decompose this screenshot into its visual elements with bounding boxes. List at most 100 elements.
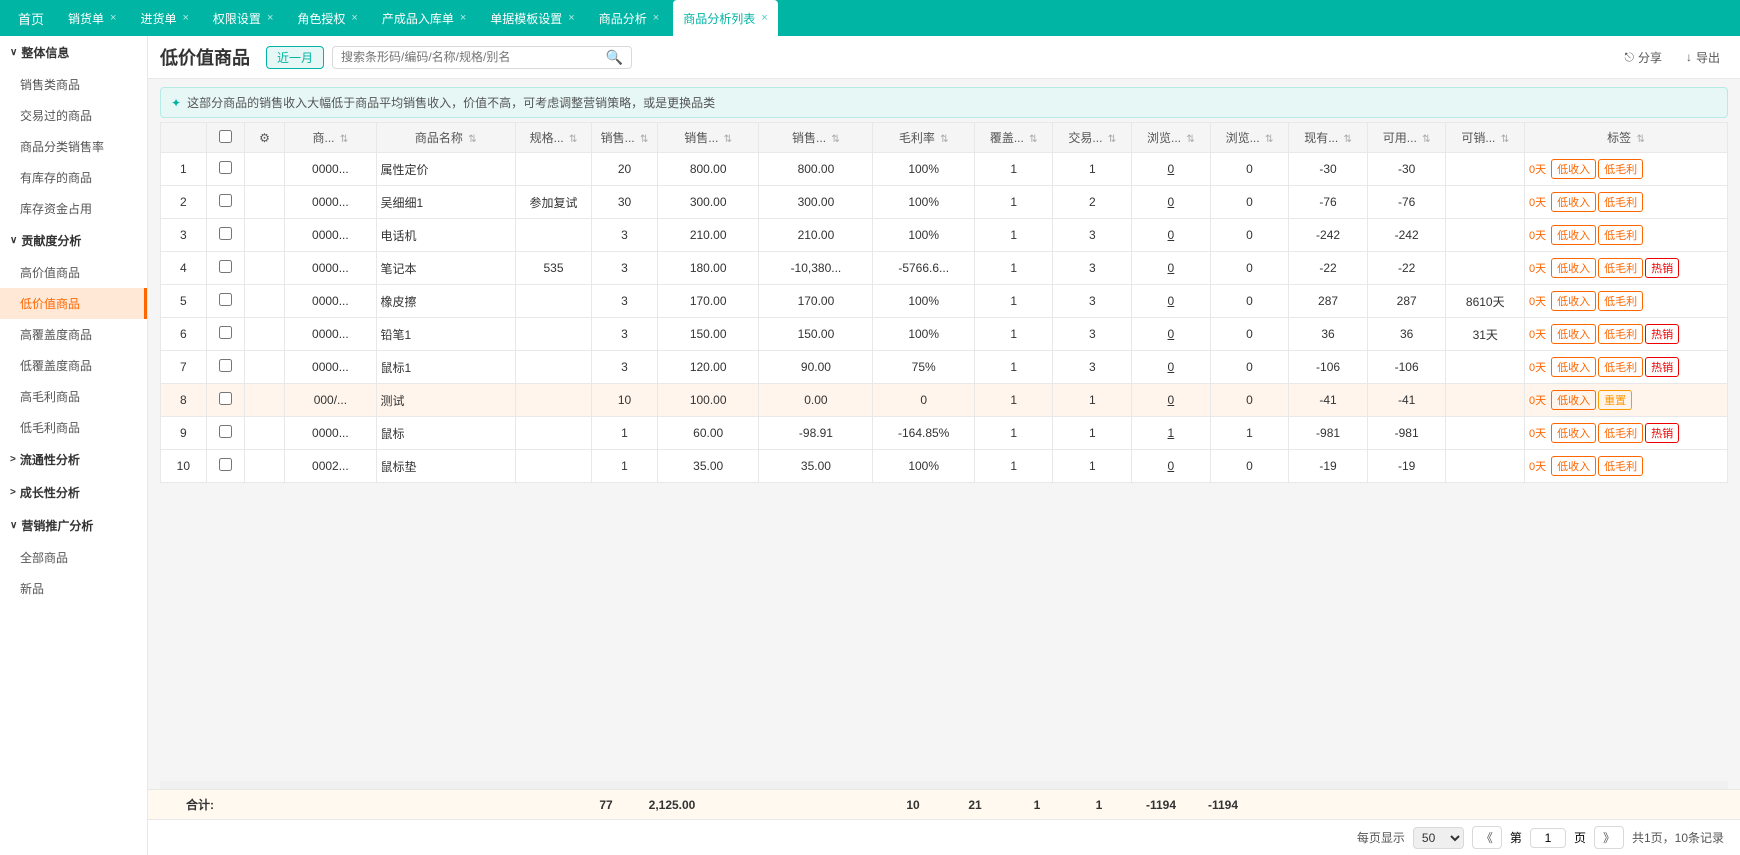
nav-template[interactable]: 单据模板设置 × [480,0,584,36]
col-tags-header[interactable]: 标签 ⇅ [1525,123,1728,153]
sidebar-item-sales-goods[interactable]: 销售类商品 [0,69,147,100]
col-stock-header[interactable]: 现有... ⇅ [1289,123,1368,153]
col-view1-header[interactable]: 浏览... ⇅ [1132,123,1211,153]
close-icon[interactable]: × [653,12,659,24]
col-qty-header[interactable]: 销售... ⇅ [592,123,658,153]
cell-check[interactable] [206,417,244,450]
nav-permission[interactable]: 权限设置 × [203,0,283,36]
table-container[interactable]: ⚙ 商... ⇅ 商品名称 ⇅ 规格... ⇅ 销售... ⇅ 销售... ⇅ … [160,122,1728,781]
select-all-checkbox[interactable] [219,130,232,143]
sidebar-group-marketing[interactable]: ∨ 营销推广分析 [0,509,147,542]
search-icon[interactable]: 🔍 [606,49,623,66]
sidebar-item-all-goods[interactable]: 全部商品 [0,542,147,573]
cell-view1-link[interactable]: 0 [1168,195,1175,209]
col-seq [161,123,207,153]
col-code-header[interactable]: 商... ⇅ [285,123,376,153]
tag-badge: 低收入 [1551,225,1596,245]
sidebar-item-category-rate[interactable]: 商品分类销售率 [0,131,147,162]
row-checkbox[interactable] [219,326,232,339]
row-checkbox[interactable] [219,227,232,240]
col-check[interactable] [206,123,244,153]
cell-check[interactable] [206,318,244,351]
horizontal-scrollbar[interactable] [160,781,1728,789]
cell-view1-link[interactable]: 0 [1168,162,1175,176]
sidebar-item-high-coverage[interactable]: 高覆盖度商品 [0,319,147,350]
close-icon[interactable]: × [110,12,116,24]
sidebar-group-overall[interactable]: ∨ 整体信息 [0,36,147,69]
sidebar-item-stock-capital[interactable]: 库存资金占用 [0,193,147,224]
sidebar-item-new-goods[interactable]: 新品 [0,573,147,604]
nav-role-auth[interactable]: 角色授权 × [287,0,367,36]
col-spec-header[interactable]: 规格... ⇅ [515,123,591,153]
sidebar-group-circulation[interactable]: > 流通性分析 [0,443,147,476]
row-checkbox[interactable] [219,425,232,438]
nav-purchase-order[interactable]: 进货单 × [130,0,198,36]
sidebar-item-high-margin[interactable]: 高毛利商品 [0,381,147,412]
close-icon[interactable]: × [182,12,188,24]
cell-trade: 1 [1053,384,1132,417]
nav-goods-analysis-list[interactable]: 商品分析列表 × [673,0,777,36]
filter-recent-month-button[interactable]: 近一月 [266,46,324,69]
cell-view1-link[interactable]: 0 [1168,360,1175,374]
sidebar-item-stocked-goods[interactable]: 有库存的商品 [0,162,147,193]
search-input[interactable] [341,50,606,64]
sidebar-group-contribution[interactable]: ∨ 贡献度分析 [0,224,147,257]
close-icon[interactable]: × [761,12,767,24]
cell-view1-link[interactable]: 0 [1168,327,1175,341]
close-icon[interactable]: × [351,12,357,24]
close-icon[interactable]: × [460,12,466,24]
sidebar-item-traded-goods[interactable]: 交易过的商品 [0,100,147,131]
page-size-select[interactable]: 50 100 200 [1413,827,1464,849]
sidebar-item-low-coverage[interactable]: 低覆盖度商品 [0,350,147,381]
col-settings[interactable]: ⚙ [244,123,285,153]
sidebar-item-low-value[interactable]: 低价值商品 [0,288,147,319]
cell-check[interactable] [206,450,244,483]
col-trade-header[interactable]: 交易... ⇅ [1053,123,1132,153]
close-icon[interactable]: × [568,12,574,24]
cell-view1-link[interactable]: 0 [1168,294,1175,308]
row-checkbox[interactable] [219,161,232,174]
nav-sales-order[interactable]: 销货单 × [58,0,126,36]
row-checkbox[interactable] [219,392,232,405]
cell-check[interactable] [206,285,244,318]
cell-check[interactable] [206,384,244,417]
cell-view1-link[interactable]: 0 [1168,459,1175,473]
cell-amt: 800.00 [657,153,758,186]
cell-profit: 35.00 [759,450,873,483]
cell-view1-link[interactable]: 0 [1168,393,1175,407]
cell-check[interactable] [206,153,244,186]
col-view2-header[interactable]: 浏览... ⇅ [1210,123,1289,153]
close-icon[interactable]: × [267,12,273,24]
row-checkbox[interactable] [219,458,232,471]
nav-product-stock[interactable]: 产成品入库单 × [372,0,476,36]
cell-view1-link[interactable]: 0 [1168,228,1175,242]
share-button[interactable]: ⎋ 分享 [1616,45,1670,70]
nav-goods-analysis[interactable]: 商品分析 × [589,0,669,36]
nav-home[interactable]: 首页 [8,0,54,36]
cell-view1-link[interactable]: 1 [1168,426,1175,440]
row-checkbox[interactable] [219,293,232,306]
row-checkbox[interactable] [219,359,232,372]
export-button[interactable]: ↓ 导出 [1678,45,1728,70]
col-sell-header[interactable]: 可销... ⇅ [1446,123,1525,153]
cell-seq: 10 [161,450,207,483]
col-profit-header[interactable]: 销售... ⇅ [759,123,873,153]
page-number-input[interactable] [1530,828,1566,848]
cell-view1-link[interactable]: 0 [1168,261,1175,275]
sidebar-item-low-margin[interactable]: 低毛利商品 [0,412,147,443]
next-page-button[interactable]: 》 [1594,826,1624,849]
col-coverage-header[interactable]: 覆盖... ⇅ [974,123,1053,153]
cell-check[interactable] [206,186,244,219]
cell-check[interactable] [206,252,244,285]
cell-check[interactable] [206,351,244,384]
sidebar-group-growth[interactable]: > 成长性分析 [0,476,147,509]
col-name-header[interactable]: 商品名称 ⇅ [376,123,515,153]
prev-page-button[interactable]: 《 [1472,826,1502,849]
row-checkbox[interactable] [219,194,232,207]
col-avail-header[interactable]: 可用... ⇅ [1367,123,1446,153]
col-gross-header[interactable]: 毛利率 ⇅ [873,123,974,153]
row-checkbox[interactable] [219,260,232,273]
sidebar-item-high-value[interactable]: 高价值商品 [0,257,147,288]
col-amt-header[interactable]: 销售... ⇅ [657,123,758,153]
cell-check[interactable] [206,219,244,252]
